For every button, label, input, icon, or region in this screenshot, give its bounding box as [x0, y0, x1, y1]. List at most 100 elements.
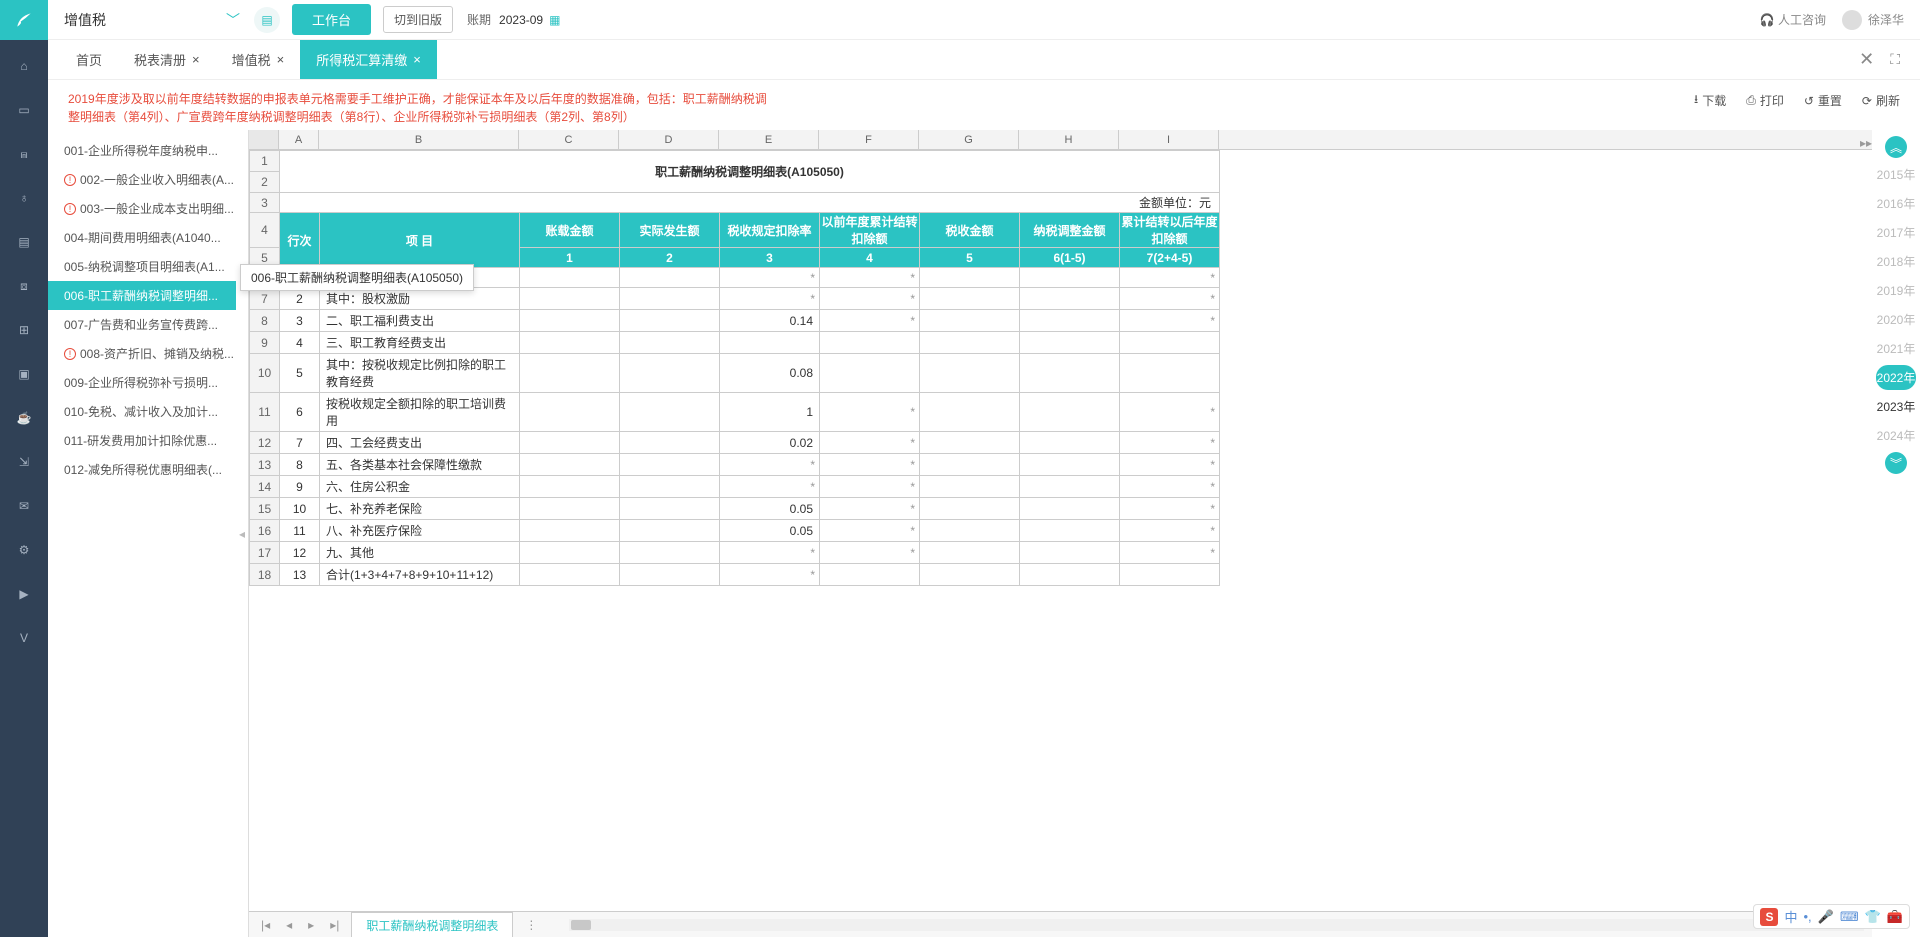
form-item[interactable]: !002-一般企业收入明细表(A...	[48, 165, 236, 194]
data-cell[interactable]	[520, 542, 620, 564]
data-cell[interactable]	[520, 564, 620, 586]
nav-v[interactable]: V	[14, 628, 34, 648]
data-cell[interactable]	[620, 498, 720, 520]
data-cell[interactable]: 0.08	[720, 354, 820, 393]
horizontal-scrollbar[interactable]	[569, 919, 1864, 931]
tab-税表清册[interactable]: 税表清册×	[118, 40, 216, 79]
tax-type-select[interactable]: 增值税 ﹀	[56, 6, 248, 34]
item-name[interactable]: 合计(1+3+4+7+8+9+10+11+12)	[320, 564, 520, 586]
download-button[interactable]: ⭳下载	[1694, 90, 1726, 111]
row-header[interactable]: 15	[250, 498, 280, 520]
row-header[interactable]: 18	[250, 564, 280, 586]
line-num[interactable]: 13	[280, 564, 320, 586]
nav-tax[interactable]: ☕	[14, 408, 34, 428]
row-header[interactable]: 8	[250, 310, 280, 332]
workspace-button[interactable]: 工作台	[292, 4, 371, 35]
row-header[interactable]: 10	[250, 354, 280, 393]
data-cell[interactable]: *	[820, 520, 920, 542]
year-2022年[interactable]: 2022年	[1876, 365, 1916, 390]
data-cell[interactable]: *	[720, 564, 820, 586]
line-num[interactable]: 7	[280, 432, 320, 454]
item-name[interactable]: 其中：按税收规定比例扣除的职工教育经费	[320, 354, 520, 393]
right-panel-toggle[interactable]: ▸▸	[1860, 136, 1872, 150]
data-cell[interactable]: *	[1120, 520, 1220, 542]
data-cell[interactable]: *	[720, 288, 820, 310]
data-cell[interactable]	[920, 520, 1020, 542]
item-name[interactable]: 五、各类基本社会保障性缴款	[320, 454, 520, 476]
data-cell[interactable]	[920, 288, 1020, 310]
data-cell[interactable]	[1120, 354, 1220, 393]
data-cell[interactable]: *	[720, 476, 820, 498]
sheet-tab[interactable]: 职工薪酬纳税调整明细表	[351, 912, 513, 937]
line-num[interactable]: 8	[280, 454, 320, 476]
form-item[interactable]: 006-职工薪酬纳税调整明细...	[48, 281, 236, 310]
nav-funds[interactable]: ♁	[14, 188, 34, 208]
data-cell[interactable]: 0.05	[720, 498, 820, 520]
logo[interactable]	[0, 0, 48, 40]
data-cell[interactable]: *	[820, 393, 920, 432]
data-cell[interactable]	[920, 332, 1020, 354]
close-icon[interactable]: ×	[277, 52, 285, 67]
nav-report[interactable]: ▤	[14, 232, 34, 252]
nav-settings[interactable]: ⚙	[14, 540, 34, 560]
data-cell[interactable]	[620, 454, 720, 476]
data-cell[interactable]: *	[720, 542, 820, 564]
form-item[interactable]: !008-资产折旧、摊销及纳税...	[48, 339, 236, 368]
col-header[interactable]: D	[619, 130, 719, 149]
data-cell[interactable]	[1020, 454, 1120, 476]
splitter-handle[interactable]: ◂	[236, 130, 248, 937]
ime-toolbox-icon[interactable]: 🧰	[1887, 909, 1903, 925]
row-header[interactable]: 9	[250, 332, 280, 354]
data-cell[interactable]	[1120, 332, 1220, 354]
row-header[interactable]: 13	[250, 454, 280, 476]
data-cell[interactable]	[920, 432, 1020, 454]
form-item[interactable]: 011-研发费用加计扣除优惠...	[48, 426, 236, 455]
sheet-tab-divider[interactable]: ⋮	[521, 918, 541, 932]
old-version-button[interactable]: 切到旧版	[383, 6, 453, 33]
form-item[interactable]: !003-一般企业成本支出明细...	[48, 194, 236, 223]
corner-cell[interactable]	[249, 130, 279, 149]
data-cell[interactable]: *	[1120, 498, 1220, 520]
line-num[interactable]: 11	[280, 520, 320, 542]
data-cell[interactable]	[1020, 310, 1120, 332]
item-name[interactable]: 六、住房公积金	[320, 476, 520, 498]
data-cell[interactable]	[520, 393, 620, 432]
data-cell[interactable]: *	[820, 432, 920, 454]
data-cell[interactable]	[920, 564, 1020, 586]
data-cell[interactable]: 1	[720, 393, 820, 432]
data-cell[interactable]	[1020, 393, 1120, 432]
close-icon[interactable]: ×	[413, 52, 421, 67]
data-cell[interactable]	[620, 432, 720, 454]
col-header[interactable]: H	[1019, 130, 1119, 149]
nav-chart[interactable]: ⩎	[14, 144, 34, 164]
line-num[interactable]: 4	[280, 332, 320, 354]
data-cell[interactable]	[820, 564, 920, 586]
sheet-nav-first[interactable]: |◂	[257, 918, 274, 932]
col-header[interactable]: C	[519, 130, 619, 149]
data-cell[interactable]	[1020, 520, 1120, 542]
data-cell[interactable]	[1020, 498, 1120, 520]
form-item[interactable]: 005-纳税调整项目明细表(A1...	[48, 252, 236, 281]
data-cell[interactable]	[620, 310, 720, 332]
col-header[interactable]: I	[1119, 130, 1219, 149]
row-header[interactable]: 12	[250, 432, 280, 454]
sheet-nav-prev[interactable]: ◂	[282, 918, 296, 932]
nav-export[interactable]: ⇲	[14, 452, 34, 472]
form-item[interactable]: 009-企业所得税弥补亏损明...	[48, 368, 236, 397]
data-cell[interactable]	[620, 288, 720, 310]
year-2023年[interactable]: 2023年	[1876, 394, 1916, 419]
data-cell[interactable]	[620, 354, 720, 393]
data-cell[interactable]	[520, 268, 620, 288]
sheet-nav-last[interactable]: ▸|	[326, 918, 343, 932]
data-cell[interactable]	[620, 564, 720, 586]
data-cell[interactable]: *	[820, 288, 920, 310]
data-cell[interactable]	[620, 520, 720, 542]
data-cell[interactable]	[520, 310, 620, 332]
nav-home[interactable]: ⌂	[14, 56, 34, 76]
data-cell[interactable]	[520, 332, 620, 354]
data-cell[interactable]	[1020, 268, 1120, 288]
nav-template[interactable]: ⊞	[14, 320, 34, 340]
item-name[interactable]: 按税收规定全额扣除的职工培训费用	[320, 393, 520, 432]
data-cell[interactable]: *	[1120, 393, 1220, 432]
col-header[interactable]: G	[919, 130, 1019, 149]
